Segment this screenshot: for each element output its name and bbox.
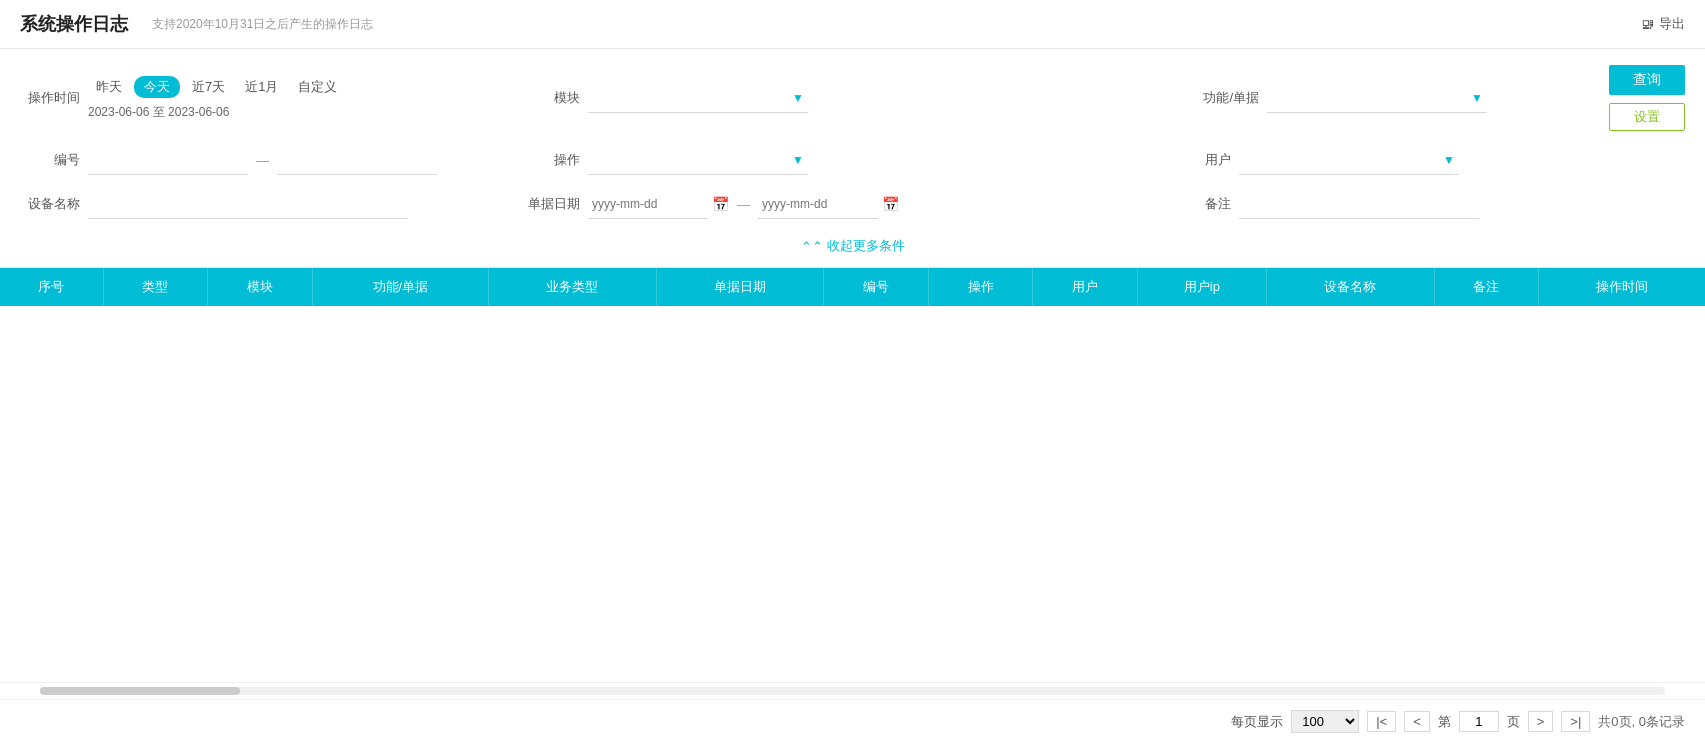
time-btn-yesterday[interactable]: 昨天 (88, 76, 130, 98)
operation-select[interactable] (588, 145, 808, 175)
code-input-end[interactable] (277, 145, 437, 175)
page-title: 系统操作日志 (20, 12, 128, 36)
filter-row-1: 操作时间 昨天 今天 近7天 近1月 自定义 2023-06-06 至 2023… (20, 65, 1685, 131)
date-dash: — (737, 197, 750, 212)
time-btn-custom[interactable]: 自定义 (290, 76, 345, 98)
collapse-button[interactable]: ⌃⌃ 收起更多条件 (801, 237, 905, 255)
time-btn-1month[interactable]: 近1月 (237, 76, 286, 98)
col-index: 序号 (0, 268, 103, 306)
device-input[interactable] (88, 189, 408, 219)
col-operation: 操作 (928, 268, 1032, 306)
filter-row-3: 设备名称 单据日期 📅 — 📅 备注 (20, 189, 1685, 219)
pagination-summary: 共0页, 0条记录 (1598, 713, 1685, 731)
user-label: 用户 (1161, 151, 1231, 169)
scrollbar-area (0, 682, 1705, 699)
collapse-chevron-icon: ⌃⌃ (801, 239, 823, 254)
col-note: 备注 (1434, 268, 1538, 306)
device-filter-section: 设备名称 (20, 189, 480, 219)
time-buttons: 昨天 今天 近7天 近1月 自定义 (88, 76, 345, 98)
export-label: 导出 (1659, 15, 1685, 33)
note-label: 备注 (1161, 195, 1231, 213)
note-input[interactable] (1239, 189, 1479, 219)
scrollbar-track[interactable] (40, 687, 1665, 695)
col-function: 功能/单据 (312, 268, 488, 306)
code-label: 编号 (20, 151, 80, 169)
calendar-end-icon[interactable]: 📅 (882, 196, 899, 212)
date-label: 单据日期 (520, 195, 580, 213)
page-unit: 页 (1507, 713, 1520, 731)
pagination: 每页显示 100 50 200 |< < 第 页 > >| 共0页, 0条记录 (0, 699, 1705, 743)
action-buttons: 查询 设置 (1609, 65, 1685, 131)
col-user: 用户 (1033, 268, 1137, 306)
last-page-button[interactable]: >| (1561, 711, 1590, 732)
filter-area: 操作时间 昨天 今天 近7天 近1月 自定义 2023-06-06 至 2023… (0, 49, 1705, 268)
note-filter-section: 备注 (1161, 189, 1561, 219)
page-label: 第 (1438, 713, 1451, 731)
date-range-wrapper: 📅 — 📅 (588, 189, 899, 219)
page-header: 系统操作日志 支持2020年10月31日之后产生的操作日志 🖳 导出 (0, 0, 1705, 49)
export-button[interactable]: 🖳 导出 (1641, 15, 1685, 33)
user-filter-section: 用户 ▼ (1161, 145, 1561, 175)
code-dash: — (256, 153, 269, 168)
col-type: 类型 (103, 268, 207, 306)
module-filter-section: 模块 ▼ (520, 83, 1149, 113)
col-code: 编号 (824, 268, 928, 306)
operation-select-wrapper: ▼ (588, 145, 808, 175)
code-filter-section: 编号 — (20, 145, 480, 175)
query-button[interactable]: 查询 (1609, 65, 1685, 95)
filter-row-2: 编号 — 操作 ▼ 用户 (20, 145, 1685, 175)
module-select-wrapper: ▼ (588, 83, 808, 113)
time-btn-7days[interactable]: 近7天 (184, 76, 233, 98)
empty-area (0, 306, 1705, 646)
time-filter: 昨天 今天 近7天 近1月 自定义 2023-06-06 至 2023-06-0… (88, 76, 345, 121)
time-range: 2023-06-06 至 2023-06-06 (88, 104, 345, 121)
date-start-input[interactable] (588, 189, 708, 219)
user-select[interactable] (1239, 145, 1459, 175)
scrollbar-thumb[interactable] (40, 687, 240, 695)
function-select[interactable] (1267, 83, 1487, 113)
time-filter-section: 操作时间 昨天 今天 近7天 近1月 自定义 2023-06-06 至 2023… (20, 76, 480, 121)
device-label: 设备名称 (20, 195, 80, 213)
col-biz-type: 业务类型 (489, 268, 657, 306)
settings-button[interactable]: 设置 (1609, 103, 1685, 131)
col-date: 单据日期 (656, 268, 824, 306)
col-device: 设备名称 (1266, 268, 1434, 306)
date-end-input[interactable] (758, 189, 878, 219)
function-select-wrapper: ▼ (1267, 83, 1487, 113)
module-label: 模块 (520, 89, 580, 107)
collapse-label: 收起更多条件 (827, 237, 905, 255)
date-filter-section: 单据日期 📅 — 📅 (520, 189, 1121, 219)
collapse-bar: ⌃⌃ 收起更多条件 (20, 233, 1685, 263)
function-label: 功能/单据 (1189, 89, 1259, 107)
table-container: 序号 类型 模块 功能/单据 业务类型 单据日期 编号 操作 用户 用户ip 设… (0, 268, 1705, 682)
next-page-button[interactable]: > (1528, 711, 1554, 732)
page-container: 系统操作日志 支持2020年10月31日之后产生的操作日志 🖳 导出 操作时间 … (0, 0, 1705, 743)
col-module: 模块 (208, 268, 312, 306)
calendar-start-icon[interactable]: 📅 (712, 196, 729, 212)
user-select-wrapper: ▼ (1239, 145, 1459, 175)
page-subtitle: 支持2020年10月31日之后产生的操作日志 (152, 16, 373, 33)
time-label: 操作时间 (20, 89, 80, 107)
prev-page-button[interactable]: < (1404, 711, 1430, 732)
col-op-time: 操作时间 (1538, 268, 1705, 306)
time-btn-today[interactable]: 今天 (134, 76, 180, 98)
function-filter-section: 功能/单据 ▼ (1189, 83, 1589, 113)
data-table: 序号 类型 模块 功能/单据 业务类型 单据日期 编号 操作 用户 用户ip 设… (0, 268, 1705, 306)
table-header: 序号 类型 模块 功能/单据 业务类型 单据日期 编号 操作 用户 用户ip 设… (0, 268, 1705, 306)
first-page-button[interactable]: |< (1367, 711, 1396, 732)
page-size-label: 每页显示 (1231, 713, 1283, 731)
code-input-start[interactable] (88, 145, 248, 175)
header-row: 序号 类型 模块 功能/单据 业务类型 单据日期 编号 操作 用户 用户ip 设… (0, 268, 1705, 306)
col-ip: 用户ip (1137, 268, 1266, 306)
export-icon: 🖳 (1641, 16, 1655, 32)
page-input[interactable] (1459, 711, 1499, 732)
operation-filter-section: 操作 ▼ (520, 145, 1121, 175)
module-select[interactable] (588, 83, 808, 113)
page-size-select[interactable]: 100 50 200 (1291, 710, 1359, 733)
operation-label: 操作 (520, 151, 580, 169)
